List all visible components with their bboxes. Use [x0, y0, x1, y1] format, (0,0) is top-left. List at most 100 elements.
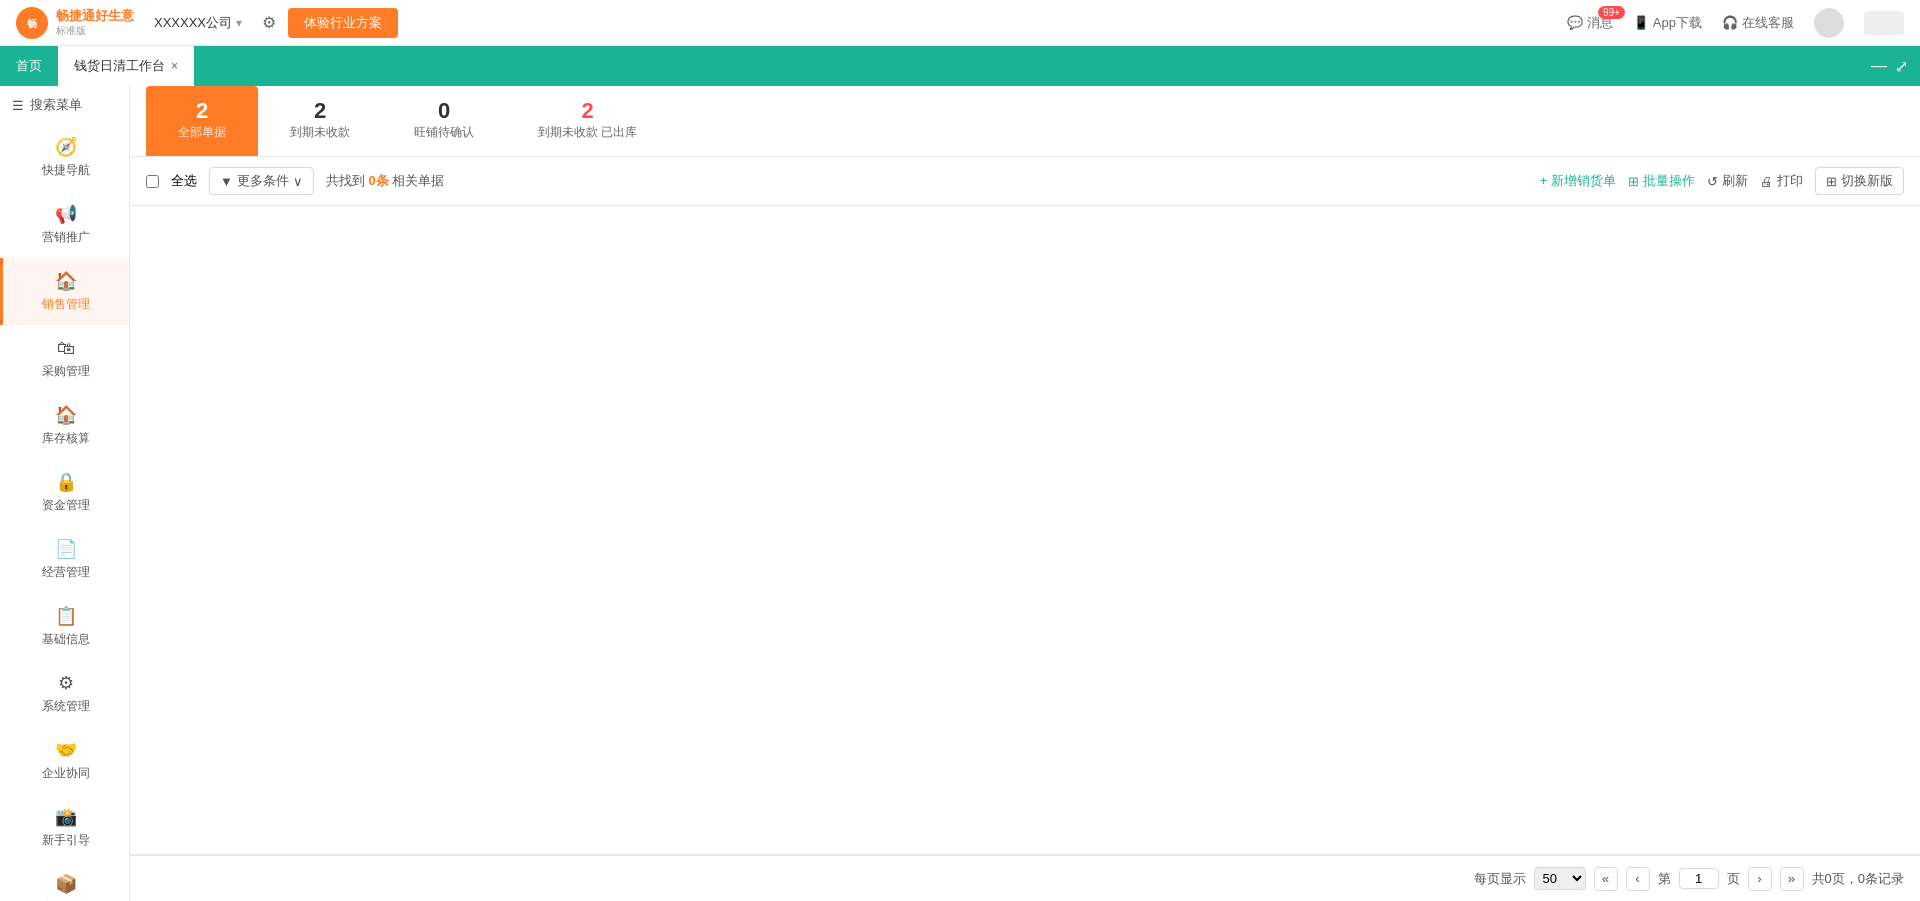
- select-all-checkbox[interactable]: [146, 175, 159, 188]
- print-btn[interactable]: 🖨 打印: [1760, 172, 1803, 190]
- batch-operation-btn[interactable]: ⊞ 批量操作: [1628, 172, 1695, 190]
- filter-label: 更多条件: [237, 172, 289, 190]
- prev-page-btn[interactable]: ‹: [1626, 867, 1650, 891]
- stat-tab-overdue[interactable]: 2 到期未收款: [258, 86, 382, 156]
- sidebar-item-label: 销售管理: [42, 296, 90, 313]
- per-page-select[interactable]: 50 100 200: [1534, 867, 1586, 890]
- toolbar-right: + 新增销货单 ⊞ 批量操作 ↺ 刷新 🖨 打印 ⊞ 切换新版: [1540, 167, 1904, 195]
- page-suffix: 页: [1727, 870, 1740, 888]
- avatar[interactable]: [1814, 8, 1844, 38]
- stat-tab-overdue-out[interactable]: 2 到期未收款 已出库: [506, 86, 669, 156]
- sidebar-item-quick-nav[interactable]: 🧭 快捷导航: [0, 124, 129, 191]
- tab-maximize-icon[interactable]: ⤢: [1895, 57, 1908, 76]
- print-label: 打印: [1777, 172, 1803, 190]
- finance-icon: 🔒: [55, 471, 77, 493]
- toolbar: 全选 ▼ 更多条件 ∨ 共找到 0条 相关单据 + 新增销货单 ⊞ 批量操作: [130, 157, 1920, 206]
- operations-icon: 📄: [55, 538, 77, 560]
- sidebar-search[interactable]: ☰ 搜索菜单: [0, 86, 129, 124]
- user-info[interactable]: [1864, 11, 1904, 35]
- sidebar-item-label: 资金管理: [42, 497, 90, 514]
- header-right: 💬 消息 99+ 📱 App下载 🎧 在线客服: [1567, 8, 1904, 38]
- next-page-btn[interactable]: ›: [1748, 867, 1772, 891]
- online-service-label: 在线客服: [1742, 14, 1794, 32]
- first-page-btn[interactable]: «: [1594, 867, 1618, 891]
- sidebar-item-purchase[interactable]: 🛍 采购管理: [0, 325, 129, 392]
- pagination-bar: 每页显示 50 100 200 « ‹ 第 页 › » 共0页，0条记录: [130, 855, 1920, 901]
- stat-tab-all[interactable]: 2 全部单据: [146, 86, 258, 156]
- sidebar-item-guide[interactable]: 📸 新手引导: [0, 794, 129, 861]
- sidebar-item-app-center[interactable]: 📦 应用中心: [0, 861, 129, 901]
- tab-bar: 首页 钱货日清工作台 × — ⤢: [0, 46, 1920, 86]
- company-selector[interactable]: XXXXXX公司 ▾: [146, 10, 250, 36]
- batch-label: 批量操作: [1643, 172, 1695, 190]
- sales-icon: 🏠: [55, 270, 77, 292]
- result-prefix: 共找到: [326, 173, 365, 188]
- app-download-label: App下载: [1653, 14, 1702, 32]
- header-left: 畅 畅捷通好生意 标准版 XXXXXX公司 ▾ ⚙ 体验行业方案: [16, 7, 398, 39]
- stat-label-overdue-out: 到期未收款 已出库: [538, 124, 637, 141]
- last-page-btn[interactable]: »: [1780, 867, 1804, 891]
- logo-main: 畅捷通好生意: [56, 8, 134, 25]
- refresh-icon: ↺: [1707, 174, 1718, 189]
- sidebar-item-label: 采购管理: [42, 363, 90, 380]
- tab-close-icon[interactable]: ×: [171, 59, 178, 73]
- system-icon: ⚙: [55, 672, 77, 694]
- settings-icon[interactable]: ⚙: [262, 13, 276, 32]
- tab-bar-actions: — ⤢: [1871, 57, 1920, 76]
- toolbar-left: 全选 ▼ 更多条件 ∨ 共找到 0条 相关单据: [146, 167, 1528, 195]
- app-download-action[interactable]: 📱 App下载: [1633, 14, 1702, 32]
- empty-state: [130, 206, 1920, 606]
- sidebar-item-inventory[interactable]: 🏠 库存核算: [0, 392, 129, 459]
- sidebar-item-label: 库存核算: [42, 430, 90, 447]
- filter-icon: ▼: [220, 174, 233, 189]
- message-badge: 99+: [1598, 6, 1625, 19]
- sidebar-item-marketing[interactable]: 📢 营销推广: [0, 191, 129, 258]
- sidebar-item-label: 营销推广: [42, 229, 90, 246]
- per-page-label: 每页显示: [1474, 870, 1526, 888]
- sidebar-item-basic-info[interactable]: 📋 基础信息: [0, 593, 129, 660]
- tab-workbench[interactable]: 钱货日清工作台 ×: [58, 46, 194, 86]
- company-name: XXXXXX公司: [154, 14, 232, 32]
- sidebar-item-operations[interactable]: 📄 经营管理: [0, 526, 129, 593]
- switch-version-btn[interactable]: ⊞ 切换新版: [1815, 167, 1904, 195]
- search-icon: ☰: [12, 98, 24, 113]
- sidebar-item-sales[interactable]: 🏠 销售管理: [0, 258, 129, 325]
- message-action[interactable]: 💬 消息 99+: [1567, 14, 1613, 32]
- main-layout: ☰ 搜索菜单 🧭 快捷导航 📢 营销推广 🏠 销售管理 🛍 采购管理 🏠 库存核…: [0, 86, 1920, 901]
- refresh-btn[interactable]: ↺ 刷新: [1707, 172, 1748, 190]
- page-label: 第: [1658, 870, 1671, 888]
- stat-tab-pending[interactable]: 0 旺铺待确认: [382, 86, 506, 156]
- sidebar: ☰ 搜索菜单 🧭 快捷导航 📢 营销推广 🏠 销售管理 🛍 采购管理 🏠 库存核…: [0, 86, 130, 901]
- marketing-icon: 📢: [55, 203, 77, 225]
- result-suffix: 相关单据: [392, 173, 444, 188]
- app-center-icon: 📦: [55, 873, 77, 895]
- sidebar-item-system[interactable]: ⚙ 系统管理: [0, 660, 129, 727]
- stat-label-pending: 旺铺待确认: [414, 124, 474, 141]
- svg-text:畅: 畅: [27, 18, 37, 29]
- filter-btn[interactable]: ▼ 更多条件 ∨: [209, 167, 314, 195]
- batch-icon: ⊞: [1628, 174, 1639, 189]
- guide-icon: 📸: [55, 806, 77, 828]
- service-icon: 🎧: [1722, 15, 1738, 30]
- tab-minimize-icon[interactable]: —: [1871, 57, 1887, 75]
- sidebar-item-label: 系统管理: [42, 698, 90, 715]
- sidebar-item-label: 快捷导航: [42, 162, 90, 179]
- new-sales-order-btn[interactable]: + 新增销货单: [1540, 172, 1616, 190]
- tab-home[interactable]: 首页: [0, 46, 58, 86]
- stat-count-overdue: 2: [314, 98, 326, 124]
- sidebar-item-finance[interactable]: 🔒 资金管理: [0, 459, 129, 526]
- result-text: 共找到 0条 相关单据: [326, 172, 444, 190]
- online-service-action[interactable]: 🎧 在线客服: [1722, 14, 1794, 32]
- sidebar-item-label: 新手引导: [42, 832, 90, 849]
- total-text: 共0页，0条记录: [1812, 870, 1904, 888]
- trial-btn[interactable]: 体验行业方案: [288, 8, 398, 38]
- page-input[interactable]: [1679, 868, 1719, 889]
- logo-text: 畅捷通好生意 标准版: [56, 8, 134, 38]
- stat-count-pending: 0: [438, 98, 450, 124]
- logo-icon: 畅: [16, 7, 48, 39]
- print-icon: 🖨: [1760, 174, 1773, 189]
- result-count: 0条: [369, 173, 389, 188]
- message-icon: 💬: [1567, 15, 1583, 30]
- sidebar-item-cooperation[interactable]: 🤝 企业协同: [0, 727, 129, 794]
- table-area: [130, 206, 1920, 854]
